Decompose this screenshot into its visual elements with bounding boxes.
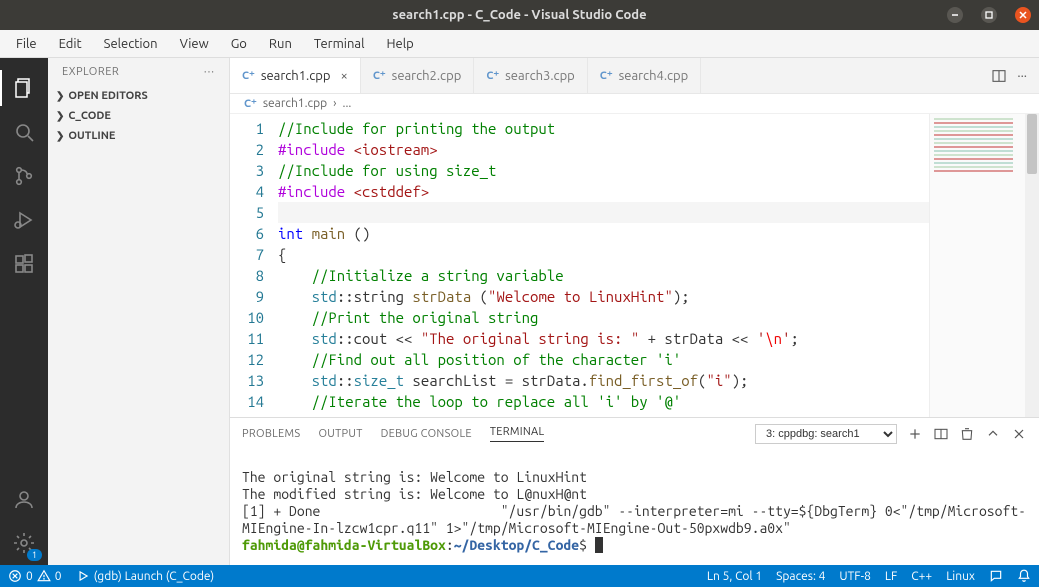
cpp-file-icon: C⁺ [242,69,255,82]
tab-label: search3.cpp [505,69,575,83]
status-encoding[interactable]: UTF-8 [839,569,870,583]
chevron-right-icon: › [333,97,336,110]
status-errors[interactable]: 0 0 [8,569,62,583]
menu-selection[interactable]: Selection [94,33,168,55]
more-actions-icon[interactable]: ··· [1017,69,1027,83]
panel: PROBLEMS OUTPUT DEBUG CONSOLE TERMINAL 3: cp… [230,417,1039,565]
panel-tab-problems[interactable]: PROBLEMS [242,428,300,440]
terminal-output[interactable]: The original string is: Welcome to Linux… [230,450,1039,565]
panel-tab-debug-console[interactable]: DEBUG CONSOLE [381,428,472,440]
menubar: FileEditSelectionViewGoRunTerminalHelp [0,30,1039,58]
minimap[interactable] [929,114,1025,417]
line-gutter: 1234567891011121314 [230,114,278,417]
code-line[interactable]: //Include for using size_t [278,160,929,181]
status-eol[interactable]: LF [885,569,897,583]
split-editor-icon[interactable] [991,68,1007,84]
panel-tab-terminal[interactable]: TERMINAL [490,426,545,442]
vertical-scrollbar[interactable] [1025,114,1039,417]
extensions-icon[interactable] [0,242,48,286]
tab-label: search1.cpp [261,69,331,83]
chevron-right-icon: ❯ [56,130,64,142]
kill-terminal-icon[interactable] [959,426,975,442]
menu-edit[interactable]: Edit [49,33,92,55]
run-debug-icon[interactable] [0,198,48,242]
code-line[interactable]: std::size_t searchList = strData.find_fi… [278,370,929,391]
new-terminal-icon[interactable] [907,426,923,442]
settings-gear-icon[interactable]: 1 [0,521,48,565]
status-cursor[interactable]: Ln 5, Col 1 [707,569,762,583]
window-close-icon[interactable] [1015,7,1031,23]
tab-search4-cpp[interactable]: C⁺ search4.cpp [588,58,701,93]
window-title: search1.cpp - C_Code - Visual Studio Cod… [392,8,646,22]
cpp-file-icon: C⁺ [600,69,613,82]
sidebar-section-c_code[interactable]: ❯C_CODE [48,106,229,126]
menu-go[interactable]: Go [221,33,257,55]
explorer-title: EXPLORER [62,66,119,78]
menu-view[interactable]: View [170,33,219,55]
code-line[interactable]: int main () [278,223,929,244]
source-control-icon[interactable] [0,154,48,198]
code-area[interactable]: //Include for printing the output#includ… [278,114,929,417]
breadcrumb[interactable]: C⁺ search1.cpp › ... [230,94,1039,114]
editor[interactable]: 1234567891011121314 //Include for printi… [230,114,1039,417]
status-language[interactable]: C++ [911,569,932,583]
explorer-sidebar: EXPLORER ··· ❯OPEN EDITORS❯C_CODE❯OUTLIN… [48,58,230,565]
status-spaces[interactable]: Spaces: 4 [776,569,825,583]
settings-badge: 1 [27,549,42,561]
menu-help[interactable]: Help [376,33,423,55]
editor-tabs: C⁺ search1.cpp × C⁺ search2.cpp C⁺ search3.cpp… [230,58,1039,94]
terminal-selector[interactable]: 3: cppdbg: search1 [755,424,897,444]
menu-terminal[interactable]: Terminal [304,33,375,55]
code-line[interactable]: //Initialize a string variable [278,265,929,286]
titlebar: search1.cpp - C_Code - Visual Studio Cod… [0,0,1039,30]
code-line[interactable]: std::string strData ("Welcome to LinuxHi… [278,286,929,307]
sidebar-section-outline[interactable]: ❯OUTLINE [48,126,229,146]
breadcrumb-rest: ... [343,97,352,110]
status-feedback-icon[interactable] [989,569,1003,583]
tab-close-icon[interactable]: × [340,69,347,83]
code-line[interactable] [278,202,929,223]
panel-tab-output[interactable]: OUTPUT [318,428,362,440]
explorer-icon[interactable] [0,66,48,110]
code-line[interactable]: //Find out all position of the character… [278,349,929,370]
code-line[interactable]: //Include for printing the output [278,118,929,139]
cpp-file-icon: C⁺ [244,97,257,110]
search-icon[interactable] [0,110,48,154]
window-maximize-icon[interactable] [981,7,997,23]
cpp-file-icon: C⁺ [373,69,386,82]
status-os[interactable]: Linux [946,569,975,583]
explorer-more-icon[interactable]: ··· [204,66,215,78]
code-line[interactable]: #include <iostream> [278,139,929,160]
breadcrumb-file: search1.cpp [263,97,327,110]
code-line[interactable]: #include <cstddef> [278,181,929,202]
accounts-icon[interactable] [0,477,48,521]
status-bell-icon[interactable] [1017,569,1031,583]
tab-label: search4.cpp [619,69,689,83]
code-line[interactable]: //Iterate the loop to replace all 'i' by… [278,391,929,412]
status-launch[interactable]: (gdb) Launch (C_Code) [76,569,215,583]
chevron-right-icon: ❯ [56,90,64,102]
menu-file[interactable]: File [6,33,47,55]
menu-run[interactable]: Run [259,33,302,55]
editor-group: C⁺ search1.cpp × C⁺ search2.cpp C⁺ search3.cpp… [230,58,1039,565]
panel-tabs: PROBLEMS OUTPUT DEBUG CONSOLE TERMINAL 3: cp… [230,418,1039,450]
code-line[interactable]: //Print the original string [278,307,929,328]
tab-label: search2.cpp [392,69,462,83]
maximize-panel-icon[interactable] [985,426,1001,442]
close-panel-icon[interactable] [1011,426,1027,442]
tab-search1-cpp[interactable]: C⁺ search1.cpp × [230,58,361,93]
sidebar-section-open-editors[interactable]: ❯OPEN EDITORS [48,86,229,106]
chevron-right-icon: ❯ [56,110,64,122]
explorer-header: EXPLORER ··· [48,58,229,86]
split-terminal-icon[interactable] [933,426,949,442]
tab-search3-cpp[interactable]: C⁺ search3.cpp [474,58,587,93]
tab-search2-cpp[interactable]: C⁺ search2.cpp [361,58,474,93]
status-bar: 0 0 (gdb) Launch (C_Code) Ln 5, Col 1 Sp… [0,565,1039,587]
window-minimize-icon[interactable] [947,7,963,23]
activity-bar: 1 [0,58,48,565]
cpp-file-icon: C⁺ [486,69,499,82]
code-line[interactable]: { [278,244,929,265]
code-line[interactable]: std::cout << "The original string is: " … [278,328,929,349]
